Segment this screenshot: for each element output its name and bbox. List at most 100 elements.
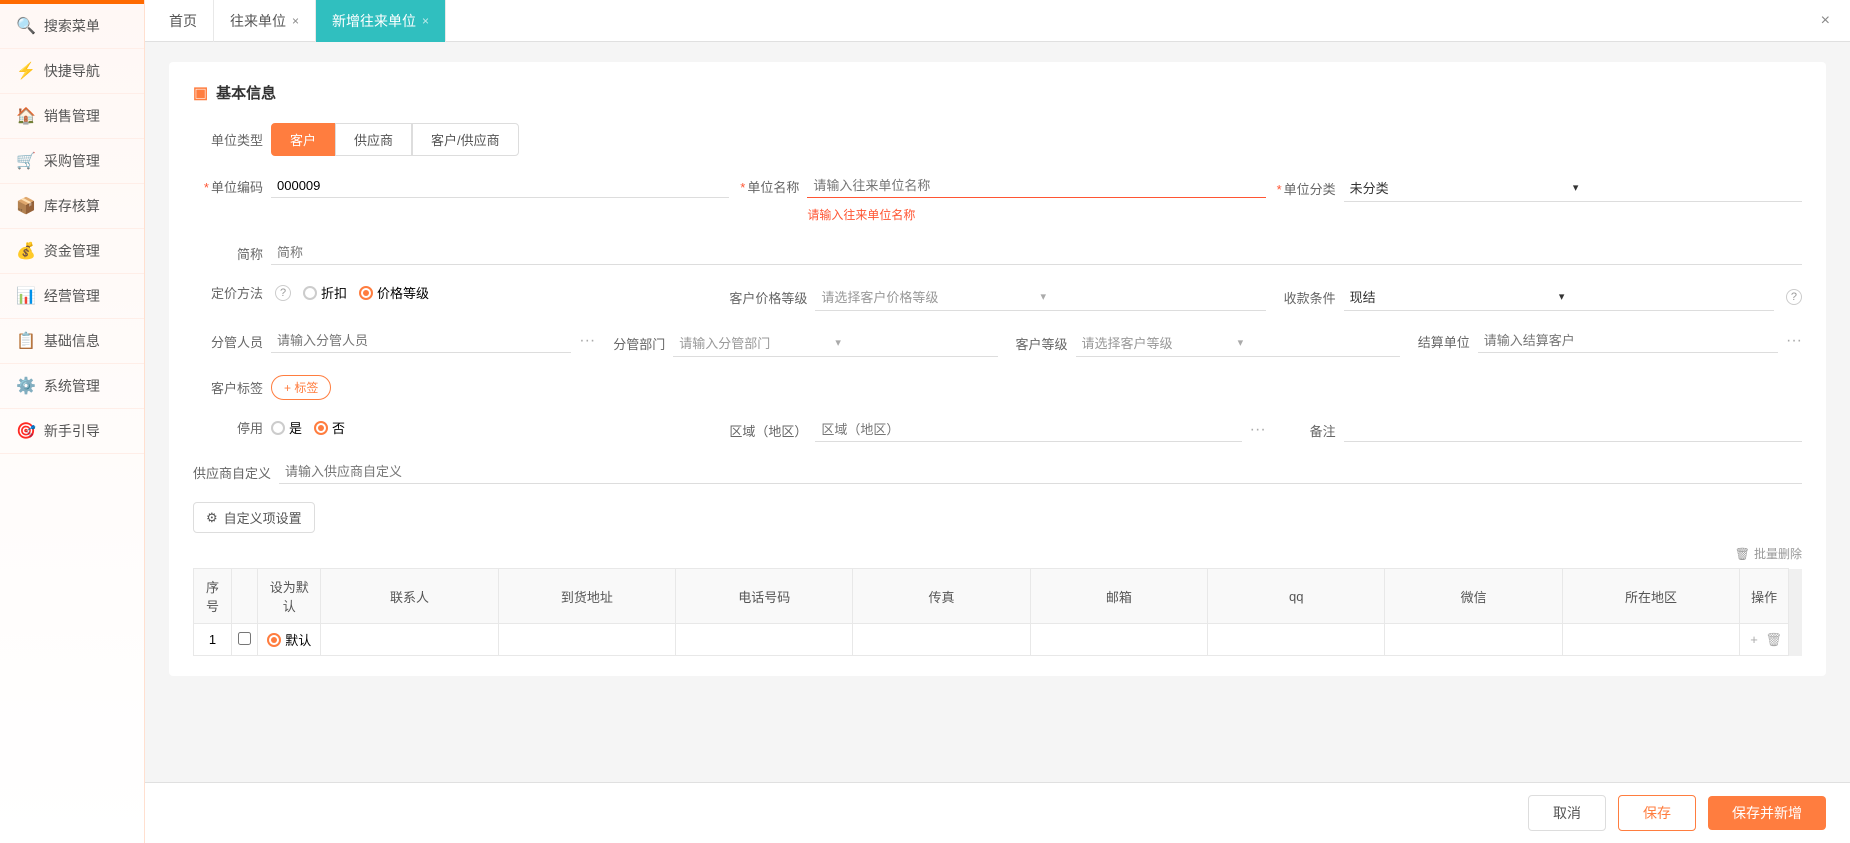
department-chevron-icon: ▾ xyxy=(835,336,991,349)
row-region-input[interactable] xyxy=(1569,632,1733,647)
save-button[interactable]: 保存 xyxy=(1618,795,1696,831)
delete-icon: 🗑 xyxy=(1735,547,1750,561)
region-input[interactable] xyxy=(815,418,1241,442)
row-default[interactable]: 默认 xyxy=(258,624,321,656)
row-region[interactable] xyxy=(1562,624,1739,656)
sidebar-item-operations[interactable]: 📊 经营管理 xyxy=(0,274,144,319)
sidebar-item-system-label: 系统管理 xyxy=(44,376,100,396)
payment-help-icon[interactable]: ? xyxy=(1786,289,1802,305)
type-btn-customer[interactable]: 客户 xyxy=(271,123,335,156)
section-icon: ▣ xyxy=(193,83,208,103)
sidebar-item-inventory[interactable]: 📦 库存核算 xyxy=(0,184,144,229)
customer-level-select[interactable]: 请选择客户等级 ▾ xyxy=(1076,329,1400,357)
row-phone[interactable] xyxy=(676,624,853,656)
tab-new-partner[interactable]: 新增往来单位 × xyxy=(316,0,446,42)
row-email-input[interactable] xyxy=(1037,632,1201,647)
sidebar-item-search-label: 搜索菜单 xyxy=(44,16,100,36)
col-fax: 传真 xyxy=(853,569,1030,624)
remark-input[interactable] xyxy=(1344,418,1802,442)
sidebar-item-finance-label: 资金管理 xyxy=(44,241,100,261)
disabled-label: 停用 xyxy=(193,418,263,437)
customer-level-chevron-icon: ▾ xyxy=(1238,336,1394,349)
unit-type-row: 单位类型 客户 供应商 客户/供应商 xyxy=(193,123,1802,156)
row-delete-icon[interactable]: 🗑 xyxy=(1765,632,1782,647)
sidebar-item-quicknav[interactable]: ⚡ 快捷导航 xyxy=(0,49,144,94)
sidebar-item-finance[interactable]: 💰 资金管理 xyxy=(0,229,144,274)
col-checkbox xyxy=(232,569,258,624)
pricing-radio-level[interactable]: 价格等级 xyxy=(359,283,429,302)
custom-settings-button[interactable]: ⚙ 自定义项设置 xyxy=(193,502,315,533)
row-phone-input[interactable] xyxy=(682,632,846,647)
row-fax-input[interactable] xyxy=(859,632,1023,647)
manager-more-icon[interactable]: ··· xyxy=(579,332,595,350)
row-add-icon[interactable]: + xyxy=(1750,632,1758,647)
col-email: 邮箱 xyxy=(1030,569,1207,624)
col-index: 序号 xyxy=(194,569,232,624)
settlement-input[interactable] xyxy=(1478,329,1778,353)
row-address-input[interactable] xyxy=(505,632,669,647)
col-wechat: 微信 xyxy=(1385,569,1562,624)
sidebar-item-search[interactable]: 🔍 搜索菜单 xyxy=(0,4,144,49)
add-tag-button[interactable]: + 标签 xyxy=(271,375,331,400)
unit-code-input[interactable] xyxy=(271,174,729,198)
tab-partners[interactable]: 往来单位 × xyxy=(214,0,316,42)
row-address[interactable] xyxy=(498,624,675,656)
alias-input[interactable] xyxy=(271,241,1802,265)
unit-category-select[interactable]: 未分类 ▾ xyxy=(1344,174,1802,202)
pricing-radio-discount[interactable]: 折扣 xyxy=(303,283,347,302)
unit-name-input[interactable] xyxy=(807,174,1265,198)
row-wechat[interactable] xyxy=(1385,624,1562,656)
row-email[interactable] xyxy=(1030,624,1207,656)
sidebar-item-purchase-label: 采购管理 xyxy=(44,151,100,171)
department-select[interactable]: 请输入分管部门 ▾ xyxy=(673,329,997,357)
sidebar-item-sales[interactable]: 🏠 销售管理 xyxy=(0,94,144,139)
customer-price-select[interactable]: 请选择客户价格等级 ▾ xyxy=(815,283,1265,311)
pricing-help-icon[interactable]: ? xyxy=(275,285,291,301)
pricing-row: 定价方法 ? 折扣 价格等级 客户价格等级 xyxy=(193,283,1802,311)
settlement-field: 结算单位 ··· xyxy=(1400,329,1802,353)
row-qq-input[interactable] xyxy=(1214,632,1378,647)
row-checkbox[interactable] xyxy=(232,624,258,656)
content-area: ▣ 基本信息 单位类型 客户 供应商 客户/供应商 *单位编码 xyxy=(145,42,1850,782)
row-checkbox-input[interactable] xyxy=(238,632,251,645)
pricing-radio-group: 折扣 价格等级 xyxy=(303,283,429,302)
region-label: 区域（地区） xyxy=(729,421,807,440)
category-chevron-icon: ▾ xyxy=(1573,181,1796,194)
disabled-yes[interactable]: 是 xyxy=(271,418,302,437)
type-btn-supplier[interactable]: 供应商 xyxy=(335,123,412,156)
disabled-no[interactable]: 否 xyxy=(314,418,345,437)
cancel-button[interactable]: 取消 xyxy=(1528,795,1606,831)
supplier-custom-input[interactable] xyxy=(279,460,1802,484)
bottom-bar: 取消 保存 保存并新增 xyxy=(145,782,1850,843)
row-wechat-input[interactable] xyxy=(1391,632,1555,647)
tab-partners-close[interactable]: × xyxy=(292,14,299,28)
unit-category-label: *单位分类 xyxy=(1266,179,1336,198)
row-default-radio[interactable]: 默认 xyxy=(264,630,314,649)
col-default: 设为默认 xyxy=(258,569,321,624)
pricing-field: 定价方法 ? 折扣 价格等级 xyxy=(193,283,729,302)
batch-delete-button[interactable]: 🗑 批量删除 xyxy=(1735,545,1802,562)
sidebar-item-quicknav-label: 快捷导航 xyxy=(44,61,100,81)
row-action[interactable]: + 🗑 xyxy=(1740,624,1789,656)
tab-new-partner-close[interactable]: × xyxy=(422,14,429,28)
sidebar-item-basic[interactable]: 📋 基础信息 xyxy=(0,319,144,364)
tab-home[interactable]: 首页 xyxy=(153,0,214,42)
sidebar-item-purchase[interactable]: 🛒 采购管理 xyxy=(0,139,144,184)
settlement-more-icon[interactable]: ··· xyxy=(1786,332,1802,350)
customer-price-field: 客户价格等级 请选择客户价格等级 ▾ xyxy=(729,283,1265,311)
row-contact-input[interactable] xyxy=(327,632,491,647)
unit-code-label: *单位编码 xyxy=(193,177,263,196)
tab-bar: 首页 往来单位 × 新增往来单位 × × xyxy=(145,0,1850,42)
sidebar-item-guide[interactable]: 🎯 新手引导 xyxy=(0,409,144,454)
row-contact[interactable] xyxy=(321,624,498,656)
row-fax[interactable] xyxy=(853,624,1030,656)
type-btn-both[interactable]: 客户/供应商 xyxy=(412,123,519,156)
close-all-tabs[interactable]: × xyxy=(1809,12,1842,30)
sidebar-item-system[interactable]: ⚙️ 系统管理 xyxy=(0,364,144,409)
settings-icon: ⚙ xyxy=(206,510,218,526)
payment-select[interactable]: 现结 ▾ xyxy=(1344,283,1774,311)
manager-input[interactable] xyxy=(271,329,571,353)
row-qq[interactable] xyxy=(1208,624,1385,656)
region-more-icon[interactable]: ··· xyxy=(1250,421,1266,439)
save-new-button[interactable]: 保存并新增 xyxy=(1708,796,1826,830)
